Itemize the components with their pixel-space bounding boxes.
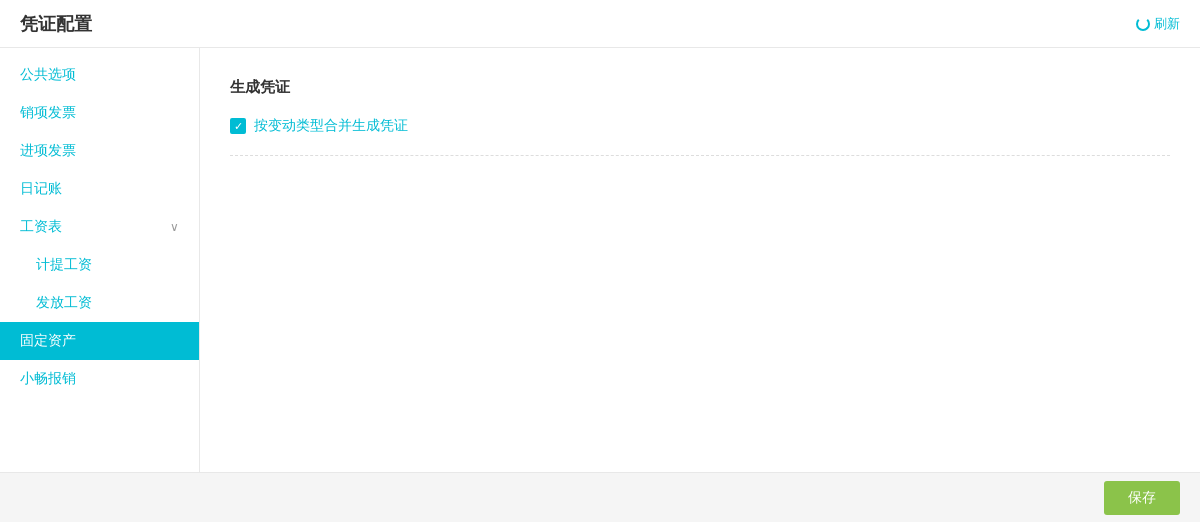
sidebar-label-sales-invoice: 销项发票 — [20, 104, 76, 122]
sidebar-item-purchase-invoice[interactable]: 进项发票 — [0, 132, 199, 170]
save-button[interactable]: 保存 — [1104, 481, 1180, 515]
sidebar-label-expense: 小畅报销 — [20, 370, 76, 388]
page-title: 凭证配置 — [20, 12, 92, 36]
chevron-down-icon: ∨ — [170, 220, 179, 234]
page-wrapper: 凭证配置 刷新 公共选项销项发票进项发票日记账工资表 ∨ 计提工资发放工资固定资产小… — [0, 0, 1200, 522]
content-area: 生成凭证 按变动类型合并生成凭证 — [200, 48, 1200, 472]
sidebar-item-payroll-table[interactable]: 工资表 ∨ — [0, 208, 199, 246]
refresh-label: 刷新 — [1154, 15, 1180, 33]
sidebar-item-sales-invoice[interactable]: 销项发票 — [0, 94, 199, 132]
main-layout: 公共选项销项发票进项发票日记账工资表 ∨ 计提工资发放工资固定资产小畅报销 生成凭证… — [0, 48, 1200, 472]
sidebar-item-commission[interactable]: 计提工资 — [0, 246, 199, 284]
sidebar-label-payroll-table: 工资表 — [20, 218, 62, 236]
sidebar-label-purchase-invoice: 进项发票 — [20, 142, 76, 160]
sidebar-label-public: 公共选项 — [20, 66, 76, 84]
sidebar-item-public[interactable]: 公共选项 — [0, 56, 199, 94]
sidebar-label-payroll-issue: 发放工资 — [36, 294, 92, 312]
footer: 保存 — [0, 472, 1200, 522]
merge-checkbox[interactable] — [230, 118, 246, 134]
header: 凭证配置 刷新 — [0, 0, 1200, 48]
sidebar-item-payroll-issue[interactable]: 发放工资 — [0, 284, 199, 322]
sidebar-label-journal: 日记账 — [20, 180, 62, 198]
sidebar-item-journal[interactable]: 日记账 — [0, 170, 199, 208]
checkbox-row: 按变动类型合并生成凭证 — [230, 117, 1170, 135]
sidebar-item-expense[interactable]: 小畅报销 — [0, 360, 199, 398]
sidebar-label-fixed-assets: 固定资产 — [20, 332, 76, 350]
section-title: 生成凭证 — [230, 78, 1170, 97]
sidebar: 公共选项销项发票进项发票日记账工资表 ∨ 计提工资发放工资固定资产小畅报销 — [0, 48, 200, 472]
refresh-button[interactable]: 刷新 — [1136, 15, 1180, 33]
sidebar-label-commission: 计提工资 — [36, 256, 92, 274]
section-divider — [230, 155, 1170, 156]
refresh-icon — [1136, 17, 1150, 31]
sidebar-item-fixed-assets[interactable]: 固定资产 — [0, 322, 199, 360]
checkbox-label: 按变动类型合并生成凭证 — [254, 117, 408, 135]
